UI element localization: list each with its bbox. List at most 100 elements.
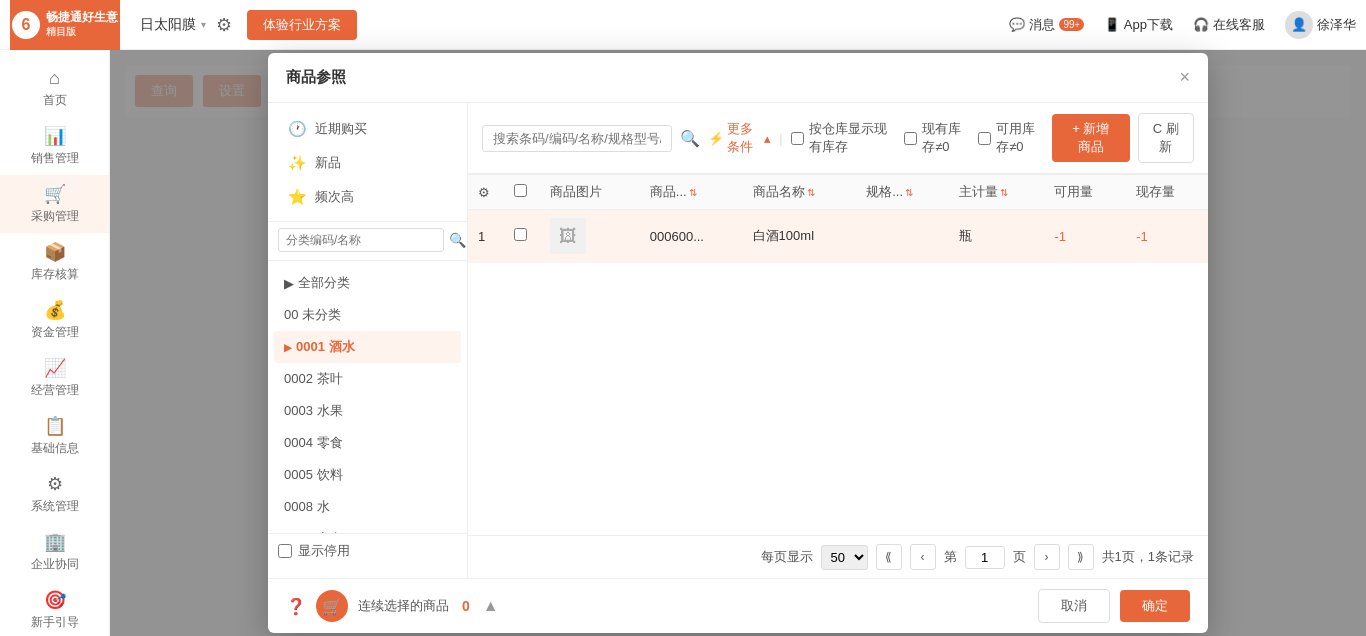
category-search-input[interactable] <box>278 228 444 252</box>
checkbox-available-ne0[interactable]: 可用库存≠0 <box>978 120 1044 156</box>
add-product-button[interactable]: + 新增商品 <box>1052 114 1129 162</box>
tab-frequent[interactable]: ⭐ 频次高 <box>278 181 457 213</box>
product-search-input[interactable] <box>482 125 672 152</box>
settings-icon[interactable]: ⚙ <box>216 14 232 36</box>
cta-button[interactable]: 体验行业方案 <box>247 10 357 40</box>
sidebar-item-guide[interactable]: 🎯 新手引导 <box>0 581 109 636</box>
row-checkbox[interactable] <box>514 228 527 241</box>
phone-icon: 📱 <box>1104 17 1120 32</box>
pagination-bar: 每页显示 50 ⟪ ‹ 第 页 › ⟫ 共1页，1条记录 <box>468 535 1208 578</box>
product-search-icon[interactable]: 🔍 <box>680 129 700 148</box>
show-disabled-row[interactable]: 显示停用 <box>268 533 467 568</box>
show-disabled-checkbox[interactable] <box>278 544 292 558</box>
page-first-button[interactable]: ⟪ <box>876 544 902 570</box>
category-item-0010[interactable]: 0010 家电 <box>274 523 461 533</box>
page-label: 第 <box>944 548 957 566</box>
col-spec[interactable]: 规格...⇅ <box>856 175 949 210</box>
all-arrow-icon: ▶ <box>284 276 294 291</box>
modal-right-panel: 🔍 ⚡ 更多条件 ▴ | 按仓库显示现有库存 <box>468 103 1208 578</box>
sidebar-item-operations[interactable]: 📈 经营管理 <box>0 349 109 407</box>
category-item-0005[interactable]: 0005 饮料 <box>274 459 461 491</box>
refresh-button[interactable]: C 刷新 <box>1138 113 1194 163</box>
messages-nav-item[interactable]: 💬 消息 99+ <box>1009 16 1083 34</box>
col-image: 商品图片 <box>540 175 640 210</box>
cell-name: 白酒100ml <box>743 210 857 263</box>
product-table-container: ⚙ 商品图片 商品...⇅ 商品名称⇅ 规格...⇅ 主计量⇅ 可用量 现存量 <box>468 174 1208 535</box>
table-header-row: ⚙ 商品图片 商品...⇅ 商品名称⇅ 规格...⇅ 主计量⇅ 可用量 现存量 <box>468 175 1208 210</box>
sidebar-item-enterprise[interactable]: 🏢 企业协同 <box>0 523 109 581</box>
category-item-0003[interactable]: 0003 水果 <box>274 395 461 427</box>
logo-text: 畅捷通好生意 <box>46 10 118 26</box>
separator: | <box>779 131 782 146</box>
selected-count: 0 <box>462 598 470 614</box>
category-item-0002[interactable]: 0002 茶叶 <box>274 363 461 395</box>
checkbox-warehouse[interactable]: 按仓库显示现有库存 <box>791 120 897 156</box>
category-item-0004[interactable]: 0004 零食 <box>274 427 461 459</box>
sidebar-item-home[interactable]: ⌂ 首页 <box>0 60 109 117</box>
chevron-down-icon: ▾ <box>201 19 206 30</box>
cell-spec <box>856 210 949 263</box>
sidebar-item-sales[interactable]: 📊 销售管理 <box>0 117 109 175</box>
frequent-icon: ⭐ <box>288 188 307 206</box>
messages-badge: 99+ <box>1059 18 1083 31</box>
col-code[interactable]: 商品...⇅ <box>640 175 743 210</box>
tab-recent[interactable]: 🕐 近期购买 <box>278 113 457 145</box>
filter-bar: 🔍 ⚡ 更多条件 ▴ | 按仓库显示现有库存 <box>468 103 1208 174</box>
cart-icon-button[interactable]: 🛒 <box>316 590 348 622</box>
page-input[interactable] <box>965 546 1005 569</box>
checkbox-stock-ne0-input[interactable] <box>904 132 917 145</box>
app-download-item[interactable]: 📱 App下载 <box>1104 16 1173 34</box>
cancel-button[interactable]: 取消 <box>1038 589 1110 623</box>
sidebar-item-guide-label: 新手引导 <box>31 614 79 631</box>
checkbox-warehouse-input[interactable] <box>791 132 804 145</box>
category-0004-label: 0004 零食 <box>284 434 343 452</box>
sidebar-item-purchase[interactable]: 🛒 采购管理 <box>0 175 109 233</box>
per-page-select[interactable]: 50 <box>821 545 868 570</box>
cell-code: 000600... <box>640 210 743 263</box>
user-profile-item[interactable]: 👤 徐泽华 <box>1285 11 1356 39</box>
sidebar-item-system[interactable]: ⚙ 系统管理 <box>0 465 109 523</box>
enterprise-icon: 🏢 <box>44 531 66 553</box>
help-icon[interactable]: ❓ <box>286 597 306 616</box>
tab-new[interactable]: ✨ 新品 <box>278 147 457 179</box>
logo-area: 6 畅捷通好生意 精目版 <box>10 0 120 50</box>
col-name[interactable]: 商品名称⇅ <box>743 175 857 210</box>
page-next-button[interactable]: › <box>1034 544 1060 570</box>
filter-icon: ⚡ <box>708 131 724 146</box>
top-nav: 6 畅捷通好生意 精目版 日太阳膜 ▾ ⚙ 体验行业方案 💬 消息 99+ 📱 … <box>0 0 1366 50</box>
guide-icon: 🎯 <box>44 589 66 611</box>
checkbox-available-ne0-input[interactable] <box>978 132 991 145</box>
active-arrow-icon: ▶ <box>284 342 292 353</box>
category-item-0008[interactable]: 0008 水 <box>274 491 461 523</box>
finance-icon: 💰 <box>44 299 66 321</box>
confirm-button[interactable]: 确定 <box>1120 590 1190 622</box>
page-prev-button[interactable]: ‹ <box>910 544 936 570</box>
sidebar-item-inventory[interactable]: 📦 库存核算 <box>0 233 109 291</box>
tenant-selector[interactable]: 日太阳膜 ▾ <box>140 16 206 34</box>
sidebar-item-inventory-label: 库存核算 <box>31 266 79 283</box>
category-0003-label: 0003 水果 <box>284 402 343 420</box>
table-row[interactable]: 1 🖼 000600... 白酒100ml <box>468 210 1208 263</box>
col-unit[interactable]: 主计量⇅ <box>949 175 1045 210</box>
footer-collapse-icon[interactable]: ▲ <box>483 597 499 615</box>
sidebar-item-basic[interactable]: 📋 基础信息 <box>0 407 109 465</box>
more-filter-button[interactable]: ⚡ 更多条件 ▴ <box>708 120 771 156</box>
cell-check[interactable] <box>504 210 540 263</box>
sidebar-item-operations-label: 经营管理 <box>31 382 79 399</box>
page-last-button[interactable]: ⟫ <box>1068 544 1094 570</box>
logo-icon: 6 <box>12 11 40 39</box>
customer-service-item[interactable]: 🎧 在线客服 <box>1193 16 1265 34</box>
sidebar-item-finance[interactable]: 💰 资金管理 <box>0 291 109 349</box>
cell-index: 1 <box>468 210 504 263</box>
app-download-label: App下载 <box>1124 16 1173 34</box>
category-search-icon[interactable]: 🔍 <box>449 232 466 248</box>
select-all-checkbox[interactable] <box>514 184 527 197</box>
col-check[interactable] <box>504 175 540 210</box>
col-settings[interactable]: ⚙ <box>468 175 504 210</box>
category-item-all[interactable]: ▶ 全部分类 <box>274 267 461 299</box>
modal-close-button[interactable]: × <box>1179 67 1190 88</box>
category-item-00[interactable]: 00 未分类 <box>274 299 461 331</box>
sales-icon: 📊 <box>44 125 66 147</box>
checkbox-stock-ne0[interactable]: 现有库存≠0 <box>904 120 970 156</box>
category-item-0001[interactable]: ▶ 0001 酒水 <box>274 331 461 363</box>
